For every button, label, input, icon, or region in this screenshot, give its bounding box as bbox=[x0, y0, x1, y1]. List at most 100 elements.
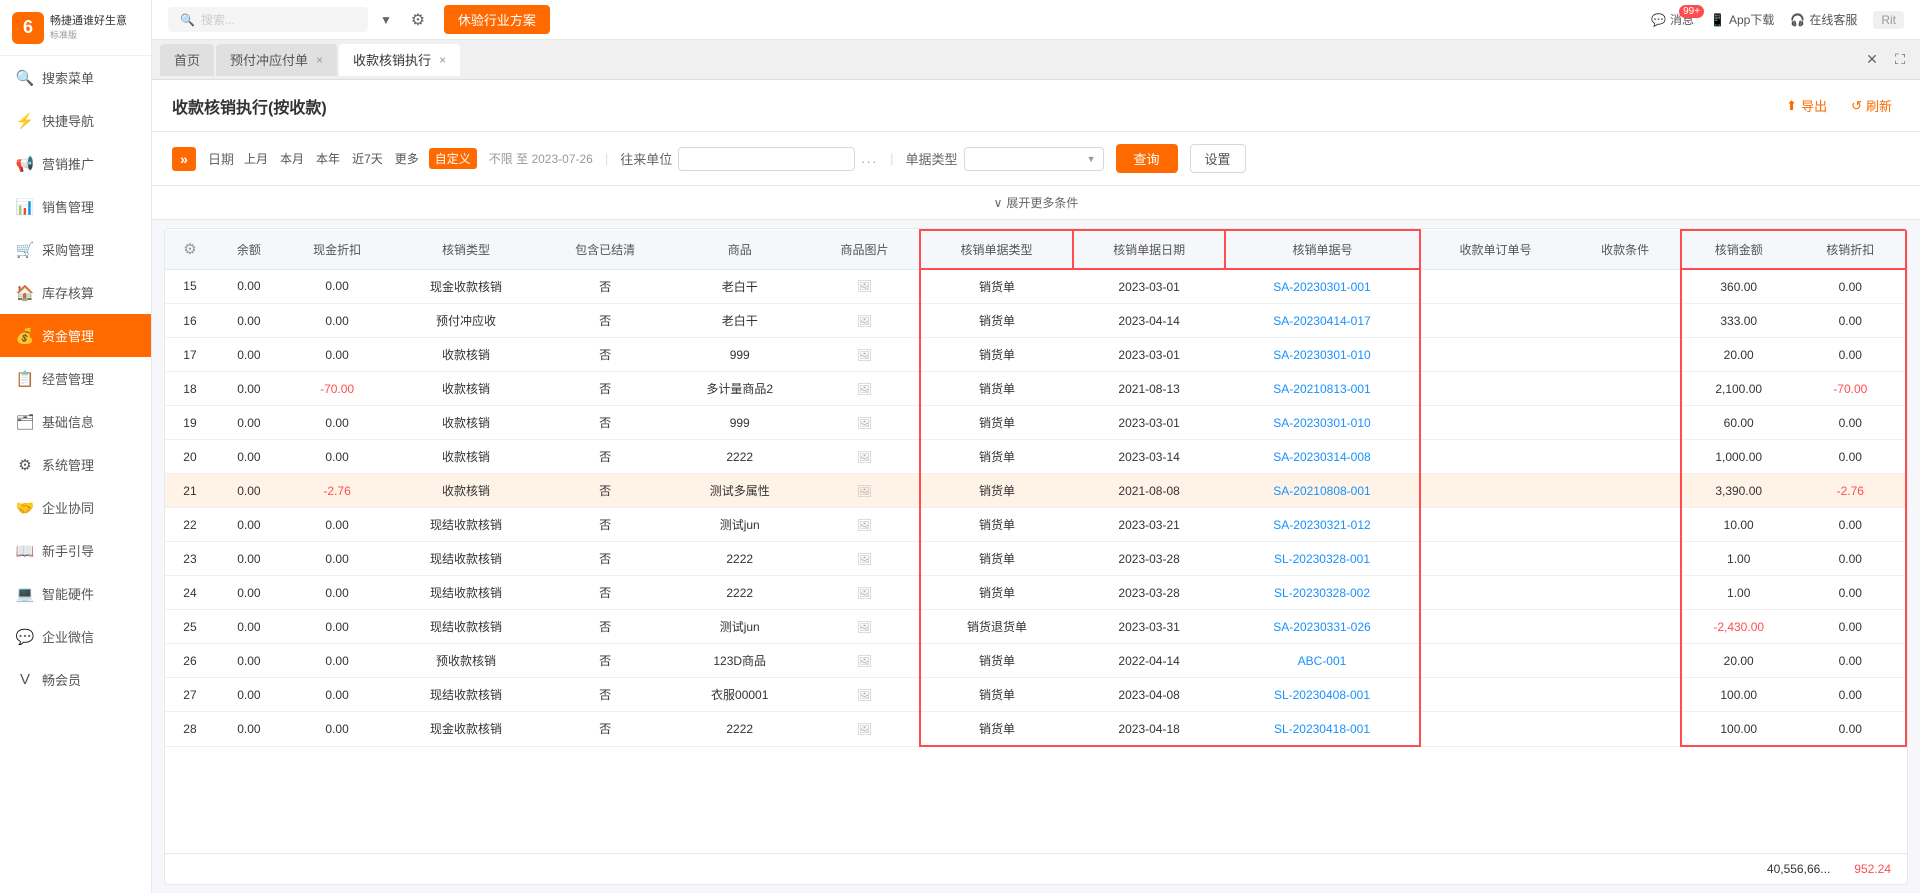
sidebar-item-基础信息[interactable]: 🗂基础信息 bbox=[0, 400, 151, 443]
date-option-更多[interactable]: 更多 bbox=[391, 148, 423, 169]
sidebar-item-资金管理[interactable]: 💰资金管理 bbox=[0, 314, 151, 357]
table-cell-included_settled: 否 bbox=[541, 372, 670, 406]
topbar-search-box[interactable]: 🔍 搜索... bbox=[168, 7, 368, 32]
sidebar-item-库存核算[interactable]: 🏠库存核算 bbox=[0, 271, 151, 314]
query-button[interactable]: 查询 bbox=[1116, 144, 1178, 173]
expand-more-button[interactable]: ∨ 展开更多条件 bbox=[172, 190, 1900, 215]
write-off-no-link[interactable]: SA-20210808-001 bbox=[1273, 484, 1370, 498]
setting-button[interactable]: 设置 bbox=[1190, 144, 1246, 173]
table-cell-write_off_no[interactable]: ABC-001 bbox=[1225, 644, 1419, 678]
table-cell-receipt_order_no bbox=[1420, 542, 1571, 576]
table-row: 270.000.00现结收款核销否衣服00001🖼销货单2023-04-08SL… bbox=[165, 678, 1906, 712]
table-cell-write_off_no[interactable]: SL-20230328-002 bbox=[1225, 576, 1419, 610]
col-header-cash_discount: 现金折扣 bbox=[283, 230, 392, 269]
sidebar-item-经营管理[interactable]: 📋经营管理 bbox=[0, 357, 151, 400]
sidebar-icon: 🛒 bbox=[16, 241, 34, 259]
filter-toggle-button[interactable]: » bbox=[172, 147, 196, 171]
tab-预付冲应付单[interactable]: 预付冲应付单× bbox=[216, 44, 337, 76]
message-button[interactable]: 💬 消息 99+ bbox=[1651, 11, 1694, 28]
write-off-no-link[interactable]: SL-20230328-001 bbox=[1274, 552, 1370, 566]
app-download-button[interactable]: 📱 App下载 bbox=[1710, 11, 1774, 28]
sidebar-item-搜索菜单[interactable]: 🔍搜索菜单 bbox=[0, 56, 151, 99]
custom-date-button[interactable]: 自定义 bbox=[429, 148, 477, 169]
tab-close-icon[interactable]: × bbox=[439, 53, 446, 67]
table-cell-write_off_no[interactable]: SA-20230414-017 bbox=[1225, 304, 1419, 338]
date-option-本月[interactable]: 本月 bbox=[276, 148, 308, 169]
table-cell-receipt_order_no bbox=[1420, 576, 1571, 610]
table-cell-write_off_no[interactable]: SA-20210813-001 bbox=[1225, 372, 1419, 406]
table-cell-write_off_no[interactable]: SL-20230418-001 bbox=[1225, 712, 1419, 747]
sidebar-item-label: 畅会员 bbox=[42, 670, 81, 689]
write-off-no-link[interactable]: SA-20230321-012 bbox=[1273, 518, 1370, 532]
table-row: 150.000.00现金收款核销否老白干🖼销货单2023-03-01SA-202… bbox=[165, 269, 1906, 304]
write-off-no-link[interactable]: SA-20230301-010 bbox=[1273, 416, 1370, 430]
table-cell-receipt_order_no bbox=[1420, 610, 1571, 644]
write-off-no-link[interactable]: SL-20230328-002 bbox=[1274, 586, 1370, 600]
service-icon: 🎧 bbox=[1790, 13, 1805, 27]
sidebar-icon: 📖 bbox=[16, 542, 34, 560]
table-cell-write_off_date: 2021-08-13 bbox=[1073, 372, 1226, 406]
write-off-no-link[interactable]: SL-20230408-001 bbox=[1274, 688, 1370, 702]
table-settings-icon[interactable]: ⚙ bbox=[183, 241, 196, 258]
write-off-no-link[interactable]: SL-20230418-001 bbox=[1274, 722, 1370, 736]
table-cell-balance: 0.00 bbox=[215, 269, 283, 304]
write-off-no-link[interactable]: SA-20230301-010 bbox=[1273, 348, 1370, 362]
table-cell-write_off_no[interactable]: SA-20210808-001 bbox=[1225, 474, 1419, 508]
table-cell-write_off_no[interactable]: SA-20230301-010 bbox=[1225, 338, 1419, 372]
table-cell-write_off_no[interactable]: SL-20230408-001 bbox=[1225, 678, 1419, 712]
gear-icon[interactable]: ⚙ bbox=[404, 6, 432, 34]
table-cell-write_off_no[interactable]: SA-20230301-001 bbox=[1225, 269, 1419, 304]
col-header-receipt_condition: 收款条件 bbox=[1571, 230, 1681, 269]
write-off-no-link[interactable]: SA-20230301-001 bbox=[1273, 280, 1370, 294]
export-button[interactable]: ⬆ 导出 bbox=[1778, 92, 1835, 119]
sidebar-icon: 🗂 bbox=[16, 413, 34, 431]
write-off-no-link[interactable]: ABC-001 bbox=[1298, 654, 1347, 668]
tab-close-icon[interactable]: × bbox=[316, 53, 323, 67]
party-input[interactable] bbox=[678, 147, 855, 171]
tab-首页[interactable]: 首页 bbox=[160, 44, 214, 76]
sidebar-item-营销推广[interactable]: 📢营销推广 bbox=[0, 142, 151, 185]
sidebar-icon: ⚙ bbox=[16, 456, 34, 474]
table-cell-write_off_no[interactable]: SA-20230301-010 bbox=[1225, 406, 1419, 440]
sidebar-item-畅会员[interactable]: V畅会员 bbox=[0, 658, 151, 701]
sidebar-item-label: 采购管理 bbox=[42, 240, 94, 259]
sidebar-item-企业微信[interactable]: 💬企业微信 bbox=[0, 615, 151, 658]
table-cell-goods_image: 🖼 bbox=[810, 304, 920, 338]
sidebar-item-系统管理[interactable]: ⚙系统管理 bbox=[0, 443, 151, 486]
write-off-no-link[interactable]: SA-20230414-017 bbox=[1273, 314, 1370, 328]
fullscreen-button[interactable]: ⛶ bbox=[1888, 48, 1912, 72]
online-service-button[interactable]: 🎧 在线客服 bbox=[1790, 11, 1857, 28]
tab-收款核销执行[interactable]: 收款核销执行× bbox=[339, 44, 460, 76]
table-cell-cash_discount: -70.00 bbox=[283, 372, 392, 406]
table-cell-write_off_no[interactable]: SL-20230328-001 bbox=[1225, 542, 1419, 576]
table-wrap[interactable]: ⚙余额现金折扣核销类型包含已结清商品商品图片核销单据类型核销单据日期核销单据号收… bbox=[165, 229, 1907, 853]
voucher-type-select[interactable] bbox=[964, 147, 1104, 171]
expand-label: 展开更多条件 bbox=[1006, 194, 1078, 211]
close-all-tabs-button[interactable]: ✕ bbox=[1860, 48, 1884, 72]
date-option-本年[interactable]: 本年 bbox=[312, 148, 344, 169]
solution-button[interactable]: 休验行业方案 bbox=[444, 5, 550, 34]
sidebar-item-新手引导[interactable]: 📖 新手引导 bbox=[0, 529, 151, 572]
sidebar-item-label: 新手引导 bbox=[42, 541, 94, 560]
sidebar-item-智能硬件[interactable]: 💻智能硬件 bbox=[0, 572, 151, 615]
user-button[interactable]: Rit bbox=[1873, 11, 1904, 29]
table-cell-receipt_order_no bbox=[1420, 304, 1571, 338]
table-cell-write_off_no[interactable]: SA-20230314-008 bbox=[1225, 440, 1419, 474]
sidebar-icon: 📢 bbox=[16, 155, 34, 173]
date-option-上月[interactable]: 上月 bbox=[240, 148, 272, 169]
table-cell-write_off_no[interactable]: SA-20230331-026 bbox=[1225, 610, 1419, 644]
sidebar-item-企业协同[interactable]: 🤝企业协同 bbox=[0, 486, 151, 529]
table-cell-receipt_order_no bbox=[1420, 338, 1571, 372]
sidebar-item-销售管理[interactable]: 📊销售管理 bbox=[0, 185, 151, 228]
write-off-no-link[interactable]: SA-20230314-008 bbox=[1273, 450, 1370, 464]
sidebar-item-快捷导航[interactable]: ⚡快捷导航 bbox=[0, 99, 151, 142]
write-off-no-link[interactable]: SA-20210813-001 bbox=[1273, 382, 1370, 396]
date-option-近7天[interactable]: 近7天 bbox=[348, 148, 387, 169]
topbar-dropdown[interactable]: ▼ bbox=[380, 13, 392, 27]
refresh-button[interactable]: ↺ 刷新 bbox=[1843, 92, 1900, 119]
sidebar-item-采购管理[interactable]: 🛒 采购管理 bbox=[0, 228, 151, 271]
table-cell-write_off_no[interactable]: SA-20230321-012 bbox=[1225, 508, 1419, 542]
col-header-settings: ⚙ bbox=[165, 230, 215, 269]
write-off-no-link[interactable]: SA-20230331-026 bbox=[1273, 620, 1370, 634]
table-footer: 40,556,66... 952.24 bbox=[165, 853, 1907, 884]
